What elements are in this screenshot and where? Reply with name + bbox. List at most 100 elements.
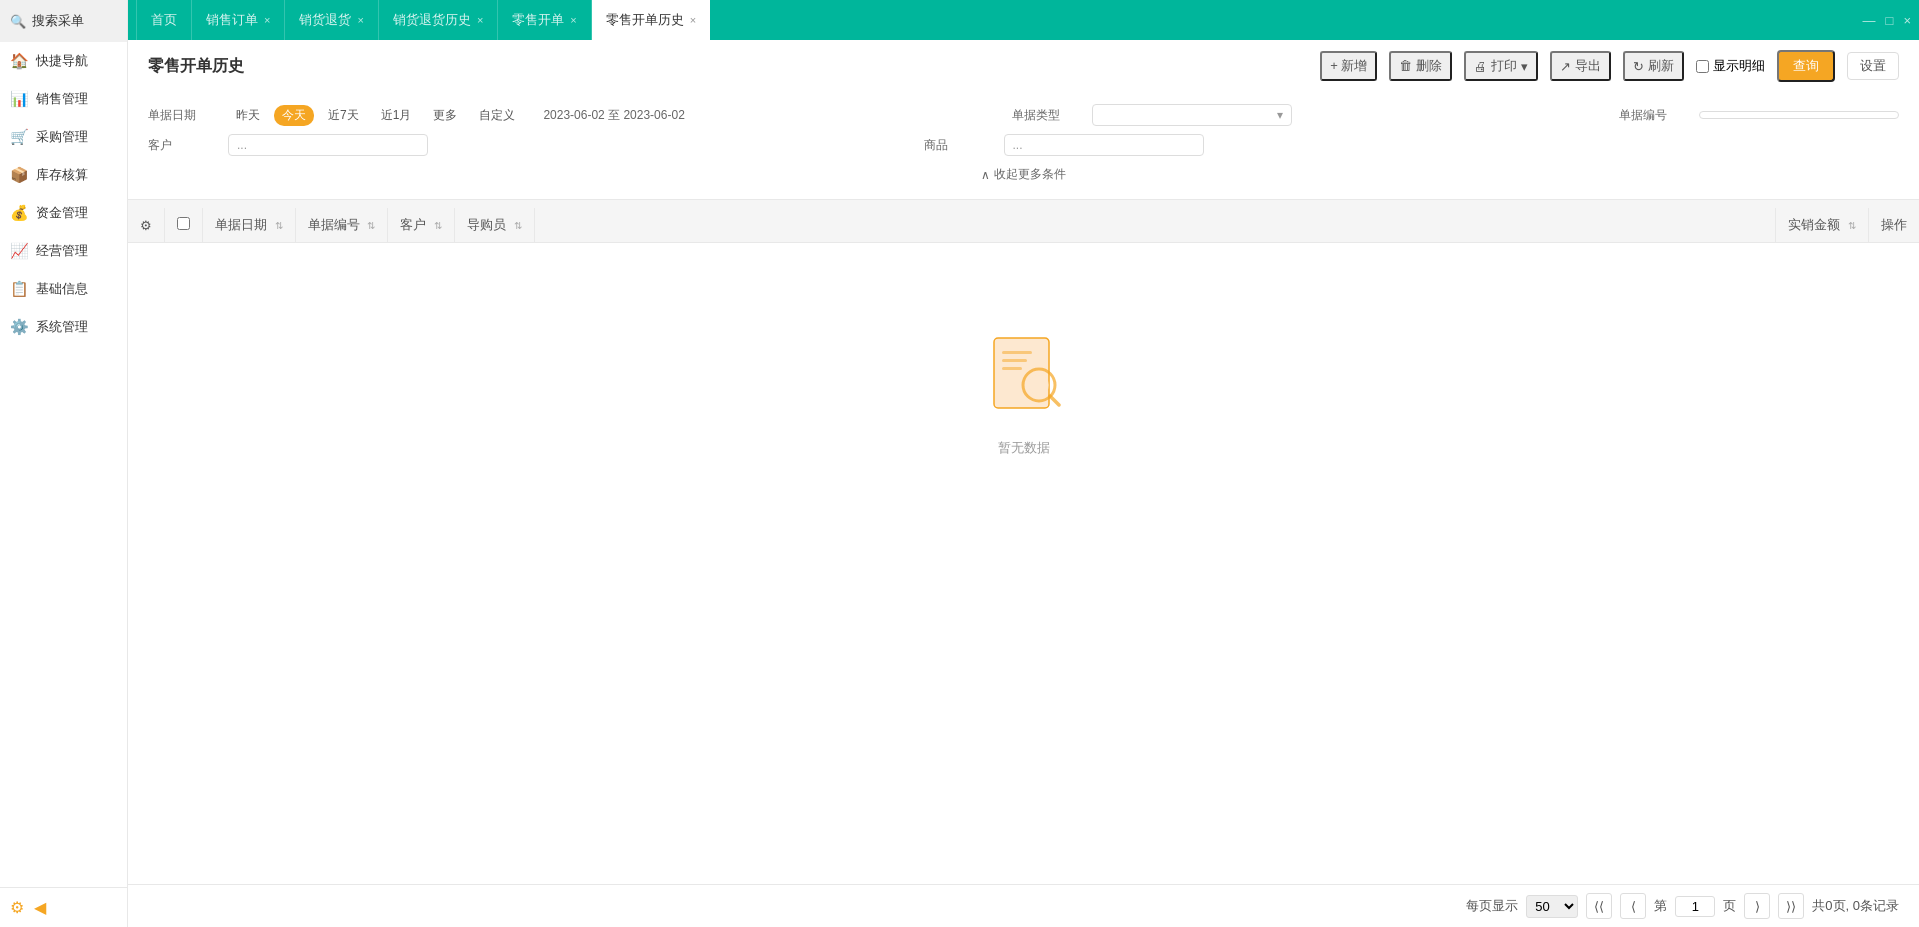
show-detail-checkbox-label[interactable]: 显示明细 — [1696, 57, 1765, 75]
sidebar-search[interactable]: 🔍 搜索采单 — [0, 0, 127, 42]
sidebar-item-operations[interactable]: 📈 经营管理 — [0, 232, 127, 270]
th-settings[interactable]: ⚙ — [128, 208, 165, 243]
date-filter-label: 单据日期 — [148, 107, 208, 124]
sort-amount-icon: ⇅ — [1848, 220, 1856, 231]
type-filter-select[interactable]: ▾ — [1092, 104, 1292, 126]
collapse-filter-row[interactable]: ∧ 收起更多条件 — [148, 160, 1899, 189]
svg-rect-3 — [1002, 367, 1022, 370]
sidebar-item-inventory[interactable]: 📦 库存核算 — [0, 156, 127, 194]
th-action-label: 操作 — [1881, 217, 1907, 232]
maximize-btn[interactable]: □ — [1886, 13, 1894, 28]
th-amount-label: 实销金额 — [1788, 217, 1840, 232]
sidebar-item-label: 采购管理 — [36, 128, 88, 146]
date-filter-options: 昨天 今天 近7天 近1月 更多 自定义 — [228, 105, 523, 126]
th-bill-no-label: 单据编号 — [308, 217, 360, 232]
th-action: 操作 — [1869, 208, 1920, 243]
select-all-checkbox[interactable] — [177, 217, 190, 230]
sidebar: 🔍 搜索采单 🏠 快捷导航 📊 销售管理 🛒 采购管理 📦 库存核算 💰 资金管… — [0, 0, 128, 927]
purchase-icon: 🛒 — [10, 128, 28, 146]
sort-date-icon: ⇅ — [275, 220, 283, 231]
th-guide[interactable]: 导购员 ⇅ — [454, 208, 534, 243]
tab-sales-order[interactable]: 销售订单 × — [192, 0, 285, 40]
sidebar-item-label: 系统管理 — [36, 318, 88, 336]
print-dropdown-icon: ▾ — [1521, 59, 1528, 74]
toolbar: + 新增 🗑 删除 🖨 打印 ▾ ↗ 导出 ↻ 刷新 — [1320, 50, 1899, 82]
per-page-label: 每页显示 — [1466, 897, 1518, 915]
th-checkbox[interactable] — [165, 208, 203, 243]
sort-guide-icon: ⇅ — [514, 220, 522, 231]
th-bill-no[interactable]: 单据编号 ⇅ — [295, 208, 388, 243]
page-summary: 共0页, 0条记录 — [1812, 897, 1899, 915]
refresh-button[interactable]: ↻ 刷新 — [1623, 51, 1684, 81]
tab-home-label: 首页 — [151, 11, 177, 29]
tab-retail-open-label: 零售开单 — [512, 11, 564, 29]
print-button[interactable]: 🖨 打印 ▾ — [1464, 51, 1538, 81]
sidebar-item-system[interactable]: ⚙️ 系统管理 — [0, 308, 127, 346]
refresh-label: 刷新 — [1648, 57, 1674, 75]
show-detail-label: 显示明细 — [1713, 57, 1765, 75]
per-page-select[interactable]: 50 100 200 — [1526, 895, 1578, 918]
first-page-btn[interactable]: ⟨⟨ — [1586, 893, 1612, 919]
tab-retail-open[interactable]: 零售开单 × — [498, 0, 591, 40]
sidebar-item-label: 销售管理 — [36, 90, 88, 108]
th-date-label: 单据日期 — [215, 217, 267, 232]
goods-label: 商品 — [924, 137, 984, 154]
settings-bottom-icon[interactable]: ⚙ — [10, 898, 24, 917]
sidebar-item-basic-info[interactable]: 📋 基础信息 — [0, 270, 127, 308]
query-button[interactable]: 查询 — [1777, 50, 1835, 82]
next-page-btn[interactable]: ⟩ — [1744, 893, 1770, 919]
date-today[interactable]: 今天 — [274, 105, 314, 126]
page-input[interactable] — [1675, 896, 1715, 917]
date-7days[interactable]: 近7天 — [320, 105, 367, 126]
date-more[interactable]: 更多 — [425, 105, 465, 126]
settings-icon: ⚙ — [140, 218, 152, 233]
goods-input[interactable]: ... — [1004, 134, 1204, 156]
tab-sales-return-label: 销货退货 — [299, 11, 351, 29]
date-custom[interactable]: 自定义 — [471, 105, 523, 126]
close-btn[interactable]: × — [1903, 13, 1911, 28]
delete-button[interactable]: 🗑 删除 — [1389, 51, 1452, 81]
tab-sales-return-history-label: 销货退货历史 — [393, 11, 471, 29]
sidebar-item-quick-nav[interactable]: 🏠 快捷导航 — [0, 42, 127, 80]
sidebar-item-label: 基础信息 — [36, 280, 88, 298]
last-page-btn[interactable]: ⟩⟩ — [1778, 893, 1804, 919]
tab-retail-open-history[interactable]: 零售开单历史 × — [592, 0, 710, 40]
date-1month[interactable]: 近1月 — [373, 105, 420, 126]
tab-sales-order-close[interactable]: × — [264, 14, 270, 26]
collapse-sidebar-icon[interactable]: ◀ — [34, 898, 46, 917]
tab-retail-open-history-label: 零售开单历史 — [606, 11, 684, 29]
customer-input[interactable]: ... — [228, 134, 428, 156]
tab-sales-return[interactable]: 销货退货 × — [285, 0, 378, 40]
export-button[interactable]: ↗ 导出 — [1550, 51, 1611, 81]
print-label: 打印 — [1491, 57, 1517, 75]
bill-no-input[interactable] — [1699, 111, 1899, 119]
tab-retail-open-close[interactable]: × — [570, 14, 576, 26]
basic-info-icon: 📋 — [10, 280, 28, 298]
sidebar-item-sales-mgmt[interactable]: 📊 销售管理 — [0, 80, 127, 118]
sidebar-item-finance[interactable]: 💰 资金管理 — [0, 194, 127, 232]
tab-sales-return-history[interactable]: 销货退货历史 × — [379, 0, 498, 40]
sidebar-bottom: ⚙ ◀ — [0, 887, 127, 927]
tab-retail-open-history-close[interactable]: × — [690, 14, 696, 26]
th-date[interactable]: 单据日期 ⇅ — [203, 208, 296, 243]
export-label: 导出 — [1575, 57, 1601, 75]
date-yesterday[interactable]: 昨天 — [228, 105, 268, 126]
tab-home[interactable]: 首页 — [136, 0, 192, 40]
operations-icon: 📈 — [10, 242, 28, 260]
tab-sales-return-history-close[interactable]: × — [477, 14, 483, 26]
show-detail-checkbox[interactable] — [1696, 60, 1709, 73]
th-amount[interactable]: 实销金额 ⇅ — [1776, 208, 1869, 243]
tab-sales-return-close[interactable]: × — [357, 14, 363, 26]
tab-sales-order-label: 销售订单 — [206, 11, 258, 29]
inventory-icon: 📦 — [10, 166, 28, 184]
type-filter-label: 单据类型 — [1012, 107, 1072, 124]
filter-row-customer: 客户 ... 商品 ... — [148, 130, 1899, 160]
add-button[interactable]: + 新增 — [1320, 51, 1377, 81]
th-guide-label: 导购员 — [467, 217, 506, 232]
svg-point-6 — [1029, 375, 1049, 395]
settings-button[interactable]: 设置 — [1847, 52, 1899, 80]
prev-page-btn[interactable]: ⟨ — [1620, 893, 1646, 919]
minimize-btn[interactable]: — — [1863, 13, 1876, 28]
sidebar-item-purchase-mgmt[interactable]: 🛒 采购管理 — [0, 118, 127, 156]
th-customer[interactable]: 客户 ⇅ — [388, 208, 455, 243]
